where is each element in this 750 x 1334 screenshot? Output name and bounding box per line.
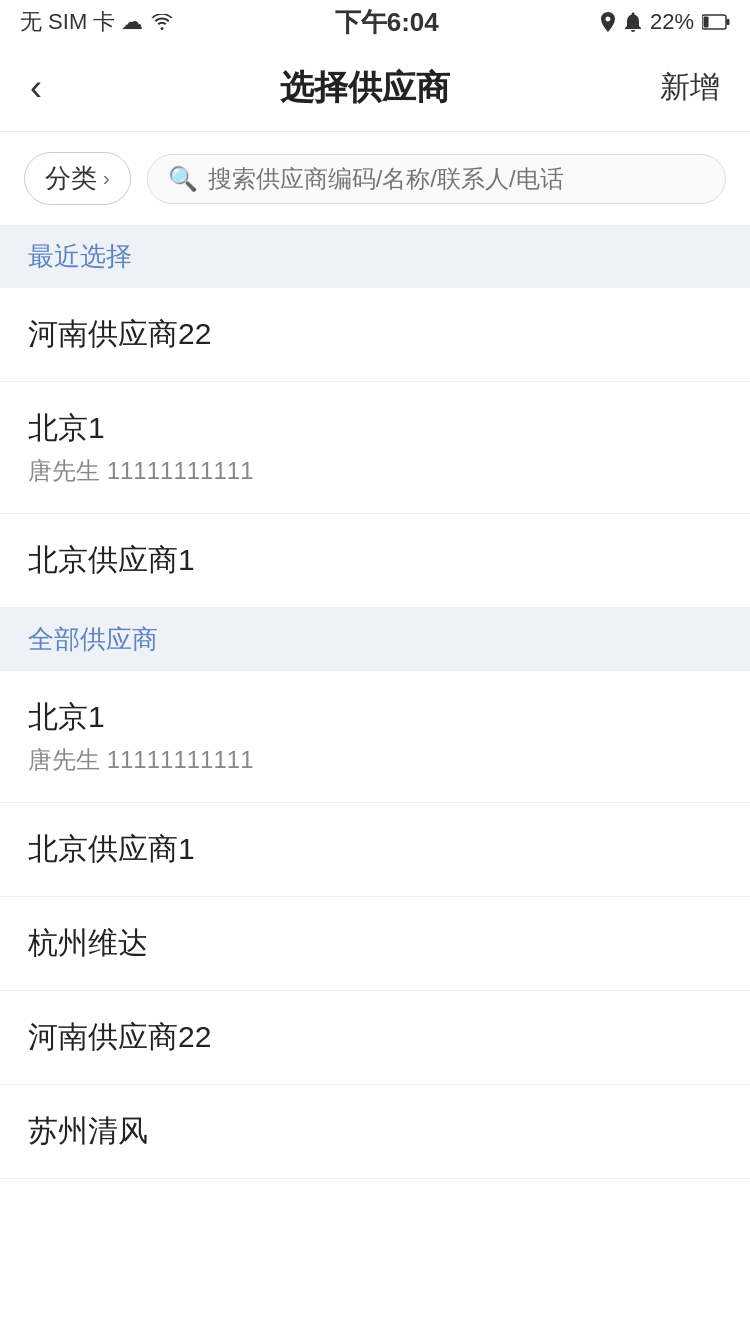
recent-section-label: 最近选择: [28, 241, 132, 271]
item-sub: 唐先生 11111111111: [28, 744, 722, 776]
battery-icon: [702, 14, 730, 30]
item-name: 苏州清风: [28, 1111, 722, 1152]
nav-bar: ‹ 选择供应商 新增: [0, 44, 750, 132]
search-icon: 🔍: [168, 165, 198, 193]
search-box[interactable]: 🔍: [147, 154, 726, 204]
list-item[interactable]: 北京供应商1: [0, 803, 750, 897]
svg-rect-2: [726, 19, 729, 25]
list-item[interactable]: 河南供应商22: [0, 288, 750, 382]
item-name: 河南供应商22: [28, 1017, 722, 1058]
chevron-right-icon: ›: [103, 167, 110, 190]
list-item[interactable]: 北京1 唐先生 11111111111: [0, 671, 750, 803]
search-input[interactable]: [208, 165, 705, 193]
item-name: 北京1: [28, 408, 722, 449]
page-title: 选择供应商: [280, 65, 450, 111]
all-items-list: 北京1 唐先生 11111111111 北京供应商1 杭州维达河南供应商22 苏州清风: [0, 671, 750, 1179]
list-item[interactable]: 北京供应商1: [0, 514, 750, 608]
list-item[interactable]: 河南供应商22: [0, 991, 750, 1085]
filter-row: 分类 › 🔍: [0, 132, 750, 225]
list-item[interactable]: 苏州清风: [0, 1085, 750, 1179]
battery-level: 22%: [650, 9, 694, 35]
add-button[interactable]: 新增: [640, 67, 720, 108]
item-name: 北京供应商1: [28, 829, 722, 870]
category-label: 分类: [45, 161, 97, 196]
back-button[interactable]: ‹: [30, 67, 90, 109]
item-name: 北京供应商1: [28, 540, 722, 581]
recent-section-header: 最近选择: [0, 225, 750, 288]
location-icon: [600, 12, 616, 32]
sim-status: 无 SIM 卡 ☁: [20, 7, 143, 37]
item-name: 河南供应商22: [28, 314, 722, 355]
category-button[interactable]: 分类 ›: [24, 152, 131, 205]
item-sub: 唐先生 11111111111: [28, 455, 722, 487]
status-left: 无 SIM 卡 ☁: [20, 7, 173, 37]
list-item[interactable]: 杭州维达: [0, 897, 750, 991]
all-section-label: 全部供应商: [28, 624, 158, 654]
item-name: 北京1: [28, 697, 722, 738]
svg-rect-1: [703, 17, 708, 28]
item-name: 杭州维达: [28, 923, 722, 964]
status-right: 22%: [600, 9, 730, 35]
status-time: 下午6:04: [335, 5, 439, 40]
list-item[interactable]: 北京1 唐先生 11111111111: [0, 382, 750, 514]
all-section-header: 全部供应商: [0, 608, 750, 671]
recent-items-list: 河南供应商22 北京1 唐先生 11111111111 北京供应商1: [0, 288, 750, 608]
wifi-icon: [151, 14, 173, 30]
alarm-icon: [624, 12, 642, 32]
status-bar: 无 SIM 卡 ☁ 下午6:04 22%: [0, 0, 750, 44]
